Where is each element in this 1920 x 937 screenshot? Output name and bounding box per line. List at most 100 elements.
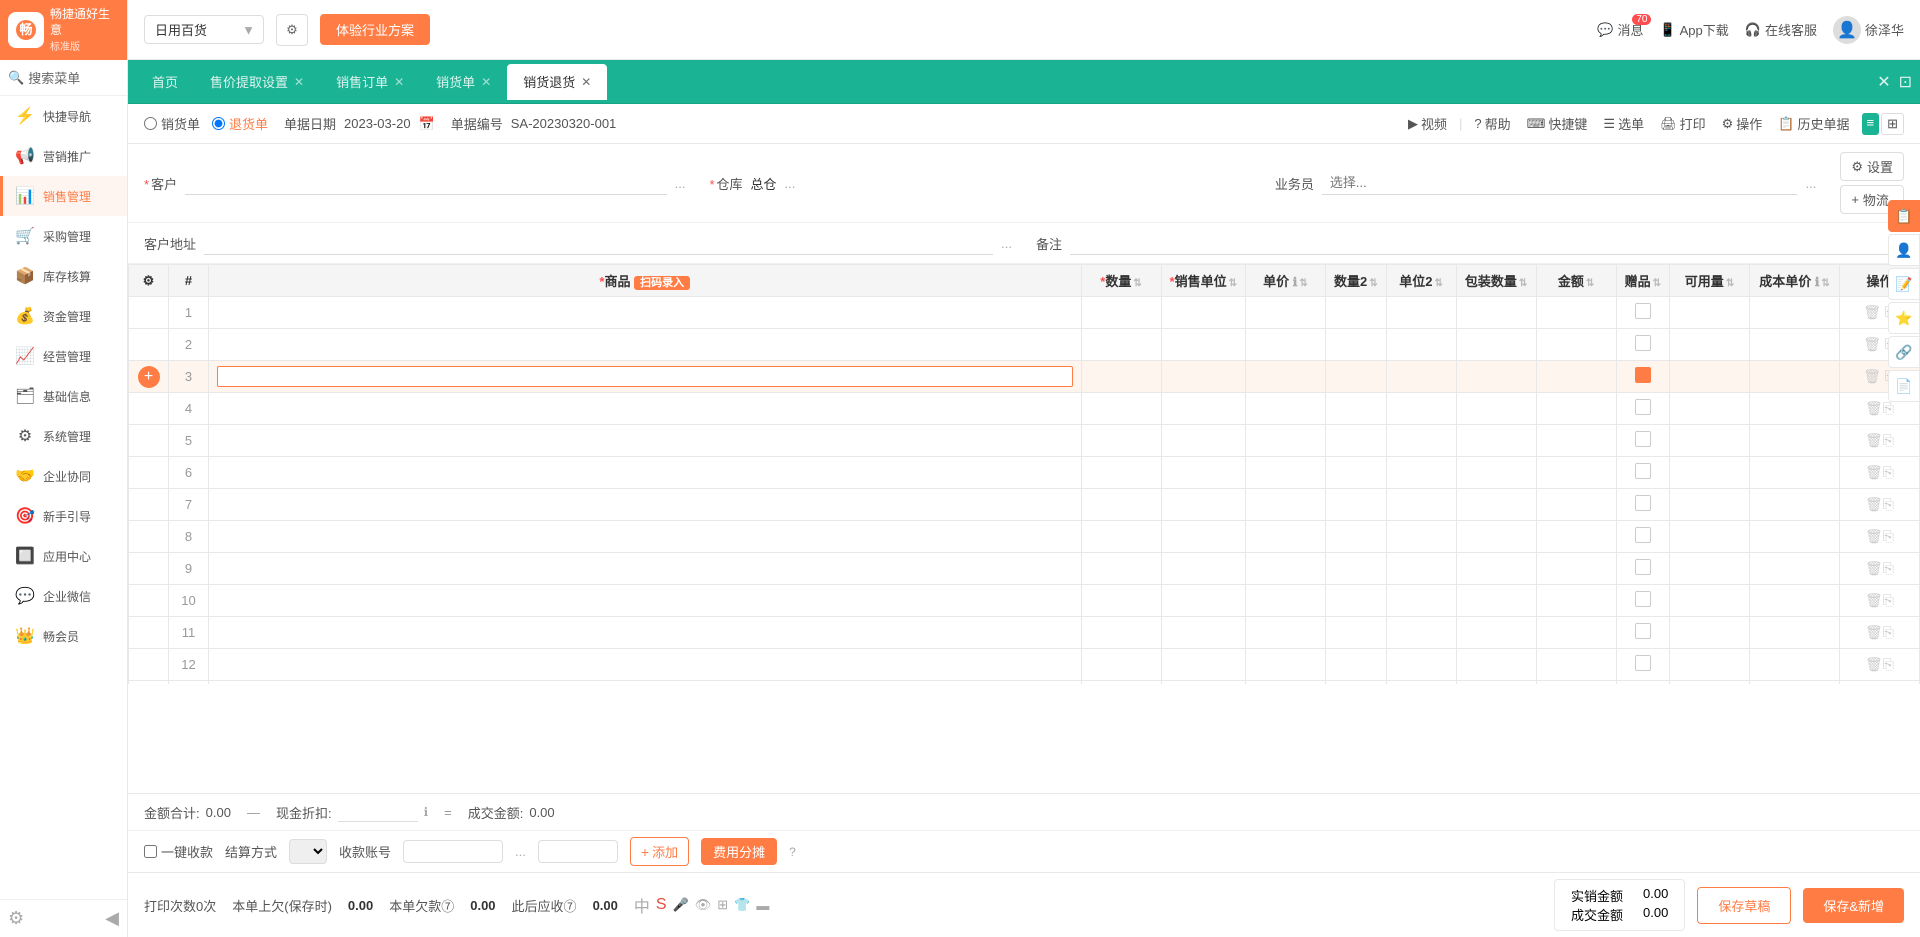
video-button[interactable]: ▶ 视频 <box>1404 112 1451 135</box>
row-unit2-1[interactable] <box>1386 297 1456 329</box>
close-current-tab-button[interactable]: ✕ <box>1877 72 1890 92</box>
right-panel-btn-2[interactable]: 👤 <box>1888 234 1920 266</box>
settings-icon[interactable]: ⚙ <box>8 908 24 929</box>
row-goods-2[interactable] <box>209 329 1082 361</box>
delete-row-5-icon[interactable]: 🗑 <box>1865 432 1883 448</box>
delete-row-3-icon[interactable]: 🗑 <box>1863 368 1881 384</box>
settings-button[interactable]: ⚙ 设置 <box>1840 152 1904 181</box>
sidebar-item-basic[interactable]: 🗂 基础信息 <box>0 376 127 416</box>
account-input[interactable] <box>403 840 503 863</box>
row-amount-2[interactable] <box>1536 329 1616 361</box>
tab-price-close-icon[interactable]: ✕ <box>294 75 304 89</box>
notification-button[interactable]: 💬 消息 70 <box>1597 20 1643 39</box>
row-qty-3[interactable] <box>1081 361 1161 393</box>
header-gear-button[interactable]: ⚙ <box>276 14 308 46</box>
row-pkg-3[interactable] <box>1456 361 1536 393</box>
calendar-icon[interactable]: 📅 <box>419 116 435 132</box>
row-qty2-1[interactable] <box>1325 297 1386 329</box>
delete-row-9-icon[interactable]: 🗑 <box>1865 560 1883 576</box>
row-unit-1[interactable] <box>1161 297 1245 329</box>
save-draft-button[interactable]: 保存草稿 <box>1697 887 1791 924</box>
tab-delivery-close-icon[interactable]: ✕ <box>481 75 491 89</box>
save-new-button[interactable]: 保存&新增 <box>1803 888 1904 923</box>
delete-row-4-icon[interactable]: 🗑 <box>1865 400 1883 416</box>
row-qty2-3[interactable] <box>1325 361 1386 393</box>
sidebar-item-member[interactable]: 👑 畅会员 <box>0 616 127 656</box>
delete-row-1-icon[interactable]: 🗑 <box>1863 304 1881 320</box>
delete-row-6-icon[interactable]: 🗑 <box>1865 464 1883 480</box>
row-gift-1[interactable] <box>1616 297 1669 329</box>
remark-input[interactable] <box>1070 231 1904 255</box>
collapse-icon[interactable]: ◀ <box>105 908 119 929</box>
row-price-2[interactable] <box>1245 329 1325 361</box>
row-amount-1[interactable] <box>1536 297 1616 329</box>
row-qty-2[interactable] <box>1081 329 1161 361</box>
sidebar-item-enterprise[interactable]: 🤝 企业协同 <box>0 456 127 496</box>
sidebar-item-sales[interactable]: 📊 销售管理 <box>0 176 127 216</box>
copy-row-9-icon[interactable]: ⎘ <box>1883 560 1894 576</box>
app-download-button[interactable]: 📱 App下载 <box>1659 20 1728 39</box>
customer-select-icon[interactable]: ... <box>675 176 686 191</box>
add-row-button[interactable]: + <box>138 366 160 388</box>
restore-tab-button[interactable]: ⊡ <box>1899 72 1912 92</box>
tab-sales-order[interactable]: 销售订单 ✕ <box>320 64 420 100</box>
salesperson-input[interactable] <box>1322 171 1798 195</box>
copy-row-8-icon[interactable]: ⎘ <box>1883 528 1894 544</box>
history-button[interactable]: 📋 历史单据 <box>1774 112 1853 135</box>
right-panel-btn-5[interactable]: 🔗 <box>1888 336 1920 368</box>
copy-row-11-icon[interactable]: ⎘ <box>1883 624 1894 640</box>
delete-row-12-icon[interactable]: 🗑 <box>1865 656 1883 672</box>
address-input[interactable] <box>204 231 993 255</box>
sidebar-item-operation[interactable]: 📈 经营管理 <box>0 336 127 376</box>
sidebar-item-apps[interactable]: 🔲 应用中心 <box>0 536 127 576</box>
delete-row-11-icon[interactable]: 🗑 <box>1865 624 1883 640</box>
copy-row-4-icon[interactable]: ⎘ <box>1883 400 1894 416</box>
right-panel-btn-6[interactable]: 📄 <box>1888 370 1920 402</box>
radio-delivery-input[interactable] <box>144 117 157 130</box>
grid-view-btn[interactable]: ⊞ <box>1881 113 1904 135</box>
select-button[interactable]: ☰ 选单 <box>1599 112 1648 135</box>
table-scroll[interactable]: ⚙ # *商品 扫码录入 *数量⇅ *销售单位⇅ 单价 ℹ⇅ 数量2⇅ 单位2⇅ <box>128 264 1920 684</box>
row-unit2-3[interactable] <box>1386 361 1456 393</box>
row-pkg-1[interactable] <box>1456 297 1536 329</box>
copy-row-6-icon[interactable]: ⎘ <box>1883 464 1894 480</box>
row-goods-1[interactable] <box>209 297 1082 329</box>
help-button[interactable]: ? 帮助 <box>1470 112 1514 135</box>
radio-return-input[interactable] <box>212 117 225 130</box>
gift-checkbox-4[interactable] <box>1635 399 1651 415</box>
settlement-select[interactable] <box>289 839 327 864</box>
copy-row-12-icon[interactable]: ⎘ <box>1883 656 1894 672</box>
row-qty-1[interactable] <box>1081 297 1161 329</box>
address-select-icon[interactable]: ... <box>1001 236 1012 251</box>
right-panel-btn-4[interactable]: ⭐ <box>1888 302 1920 334</box>
warehouse-select-icon[interactable]: ... <box>785 176 796 191</box>
sidebar-item-marketing[interactable]: 📢 营销推广 <box>0 136 127 176</box>
fee-split-button[interactable]: 费用分摊 <box>701 838 777 865</box>
row-qty2-2[interactable] <box>1325 329 1386 361</box>
gift-checkbox-9[interactable] <box>1635 559 1651 575</box>
radio-return[interactable]: 退货单 <box>212 114 268 133</box>
account-select-icon[interactable]: ... <box>515 844 526 859</box>
copy-row-5-icon[interactable]: ⎘ <box>1883 432 1894 448</box>
copy-row-10-icon[interactable]: ⎘ <box>1883 592 1894 608</box>
tab-sales-return[interactable]: 销货退货 ✕ <box>507 64 607 100</box>
tab-sales-delivery[interactable]: 销货单 ✕ <box>420 64 507 100</box>
row-avail-2[interactable] <box>1670 329 1750 361</box>
customer-input[interactable] <box>185 171 667 195</box>
copy-row-7-icon[interactable]: ⎘ <box>1883 496 1894 512</box>
sidebar-item-inventory[interactable]: 📦 库存核算 <box>0 256 127 296</box>
sidebar-item-wechat[interactable]: 💬 企业微信 <box>0 576 127 616</box>
scan-input-btn[interactable]: 扫码录入 <box>634 276 690 290</box>
delete-row-7-icon[interactable]: 🗑 <box>1865 496 1883 512</box>
row-price-1[interactable] <box>1245 297 1325 329</box>
gift-checkbox-12[interactable] <box>1635 655 1651 671</box>
gift-checkbox-8[interactable] <box>1635 527 1651 543</box>
row-unit2-2[interactable] <box>1386 329 1456 361</box>
user-profile[interactable]: 👤 徐泽华 <box>1833 16 1904 44</box>
gift-checkbox-11[interactable] <box>1635 623 1651 639</box>
shortcut-button[interactable]: ⌨ 快捷键 <box>1523 112 1592 135</box>
print-button[interactable]: 🖨 打印 <box>1656 112 1710 135</box>
goods-input-active[interactable] <box>217 366 1073 387</box>
delete-row-10-icon[interactable]: 🗑 <box>1865 592 1883 608</box>
sidebar-item-shortcut[interactable]: ⚡ 快捷导航 <box>0 96 127 136</box>
